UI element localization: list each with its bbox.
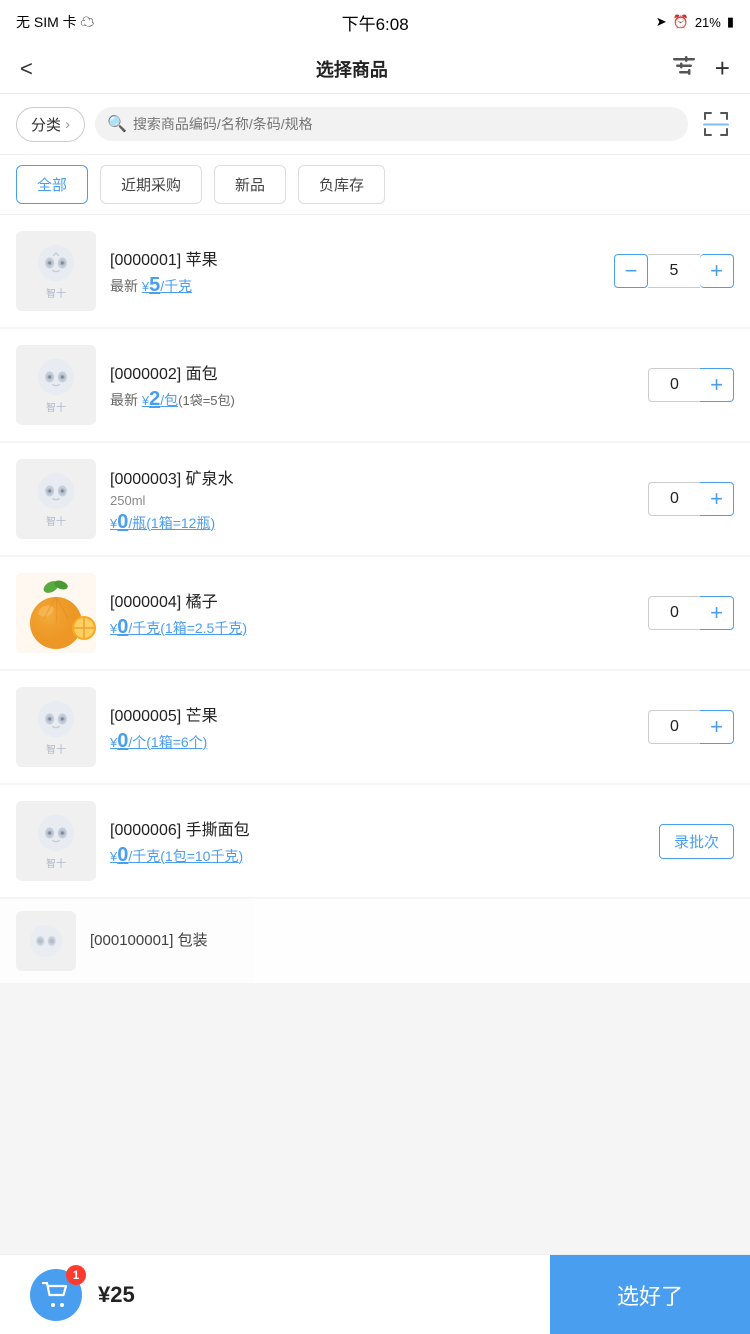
nav-bar: < 选择商品 +	[0, 44, 750, 94]
search-input[interactable]	[133, 116, 676, 132]
product-image-000100001	[16, 911, 76, 971]
product-name: [0000001] 苹果	[110, 246, 600, 270]
product-item-0000002: 智十 [0000002] 面包 最新 ¥2/包(1袋=5包) +	[0, 329, 750, 441]
product-info-0000002: [0000002] 面包 最新 ¥2/包(1袋=5包)	[110, 360, 634, 411]
product-image-0000004	[16, 573, 96, 653]
product-image-0000006: 智十	[16, 801, 96, 881]
product-info-000100001: [000100001] 包装	[90, 929, 734, 954]
product-price: ¥0/千克(1箱=2.5千克)	[110, 616, 634, 639]
alarm-icon: ⏰	[673, 14, 689, 30]
filter-bar: 分类 › 🔍	[0, 94, 750, 155]
location-icon: ➤	[656, 14, 667, 30]
qty-plus-button[interactable]: +	[700, 482, 734, 516]
tab-all[interactable]: 全部	[16, 165, 88, 204]
cart-icon	[42, 1282, 70, 1308]
status-right: ➤ ⏰ 21% ▮	[656, 14, 734, 30]
page-title: 选择商品	[316, 56, 388, 82]
owl-placeholder	[28, 923, 64, 959]
product-item-0000001: 智十 [0000001] 苹果 最新 ¥5/千克 − +	[0, 215, 750, 327]
product-name: [0000002] 面包	[110, 360, 634, 384]
search-icon: 🔍	[107, 114, 127, 134]
batch-btn-wrap: 录批次	[659, 824, 734, 859]
product-price: 最新 ¥5/千克	[110, 274, 600, 297]
owl-placeholder: 智十	[36, 813, 76, 870]
qty-control-0000005: +	[648, 710, 734, 744]
batch-button[interactable]: 录批次	[659, 824, 734, 859]
status-bar: 无 SIM 卡 ☁ 下午6:08 ➤ ⏰ 21% ▮	[0, 0, 750, 44]
cart-total: ¥25	[98, 1282, 135, 1308]
product-item-0000004: [0000004] 橘子 ¥0/千克(1箱=2.5千克) +	[0, 557, 750, 669]
product-spec: 250ml	[110, 493, 634, 508]
product-price: 最新 ¥2/包(1袋=5包)	[110, 388, 634, 411]
qty-plus-button[interactable]: +	[700, 368, 734, 402]
cart-button[interactable]: 1	[30, 1269, 82, 1321]
qty-control-0000001: − +	[614, 254, 734, 288]
nav-left: <	[20, 56, 33, 82]
product-image-0000003: 智十	[16, 459, 96, 539]
qty-plus-button[interactable]: +	[700, 596, 734, 630]
filter-icon[interactable]	[671, 55, 697, 82]
qty-minus-button[interactable]: −	[614, 254, 648, 288]
product-name: [0000005] 芒果	[110, 702, 634, 726]
tabs-bar: 全部 近期采购 新品 负库存	[0, 155, 750, 215]
battery-text: 21%	[695, 15, 721, 30]
product-list: 智十 [0000001] 苹果 最新 ¥5/千克 − +	[0, 215, 750, 983]
cart-badge: 1	[66, 1265, 86, 1285]
qty-input[interactable]	[648, 254, 700, 288]
product-price: ¥0/千克(1包=10千克)	[110, 844, 645, 867]
status-time: 下午6:08	[342, 10, 409, 35]
qty-control-0000004: +	[648, 596, 734, 630]
tab-new[interactable]: 新品	[214, 165, 286, 204]
no-sim-text: 无 SIM 卡 ☁	[16, 12, 95, 32]
owl-placeholder: 智十	[36, 243, 76, 300]
product-info-0000006: [0000006] 手撕面包 ¥0/千克(1包=10千克)	[110, 816, 645, 867]
product-name: [0000003] 矿泉水	[110, 465, 634, 489]
owl-placeholder: 智十	[36, 357, 76, 414]
qty-plus-button[interactable]: +	[700, 710, 734, 744]
owl-placeholder: 智十	[36, 471, 76, 528]
status-left: 无 SIM 卡 ☁	[16, 12, 95, 32]
qty-plus-button[interactable]: +	[700, 254, 734, 288]
qty-control-0000002: +	[648, 368, 734, 402]
owl-placeholder: 智十	[36, 699, 76, 756]
search-box: 🔍	[95, 107, 688, 141]
product-info-0000004: [0000004] 橘子 ¥0/千克(1箱=2.5千克)	[110, 588, 634, 639]
product-image-0000002: 智十	[16, 345, 96, 425]
product-name: [0000004] 橘子	[110, 588, 634, 612]
product-item-0000003: 智十 [0000003] 矿泉水 250ml ¥0/瓶(1箱=12瓶) +	[0, 443, 750, 555]
product-price: ¥0/瓶(1箱=12瓶)	[110, 511, 634, 534]
product-name: [0000006] 手撕面包	[110, 816, 645, 840]
cart-area: 1 ¥25	[0, 1269, 550, 1321]
tab-negative[interactable]: 负库存	[298, 165, 385, 204]
product-item-0000005: 智十 [0000005] 芒果 ¥0/个(1箱=6个) +	[0, 671, 750, 783]
product-name: [000100001] 包装	[90, 929, 734, 950]
qty-input[interactable]	[648, 482, 700, 516]
battery-icon: ▮	[727, 14, 734, 30]
category-label: 分类	[31, 114, 61, 135]
qty-control-0000003: +	[648, 482, 734, 516]
category-button[interactable]: 分类 ›	[16, 107, 85, 142]
chevron-right-icon: ›	[65, 116, 70, 133]
product-price: ¥0/个(1箱=6个)	[110, 730, 634, 753]
product-info-0000001: [0000001] 苹果 最新 ¥5/千克	[110, 246, 600, 297]
confirm-button[interactable]: 选好了	[550, 1255, 750, 1334]
orange-image-svg	[16, 573, 96, 653]
back-button[interactable]: <	[20, 56, 33, 82]
qty-input[interactable]	[648, 596, 700, 630]
tab-recent[interactable]: 近期采购	[100, 165, 202, 204]
qty-input[interactable]	[648, 710, 700, 744]
product-item-0000006: 智十 [0000006] 手撕面包 ¥0/千克(1包=10千克) 录批次	[0, 785, 750, 897]
bottom-bar: 1 ¥25 选好了	[0, 1254, 750, 1334]
product-info-0000005: [0000005] 芒果 ¥0/个(1箱=6个)	[110, 702, 634, 753]
product-item-000100001: [000100001] 包装	[0, 899, 750, 983]
add-button[interactable]: +	[715, 53, 730, 84]
scan-button[interactable]	[698, 106, 734, 142]
product-info-0000003: [0000003] 矿泉水 250ml ¥0/瓶(1箱=12瓶)	[110, 465, 634, 534]
qty-input[interactable]	[648, 368, 700, 402]
product-image-0000005: 智十	[16, 687, 96, 767]
product-image-0000001: 智十	[16, 231, 96, 311]
nav-right: +	[671, 53, 730, 84]
